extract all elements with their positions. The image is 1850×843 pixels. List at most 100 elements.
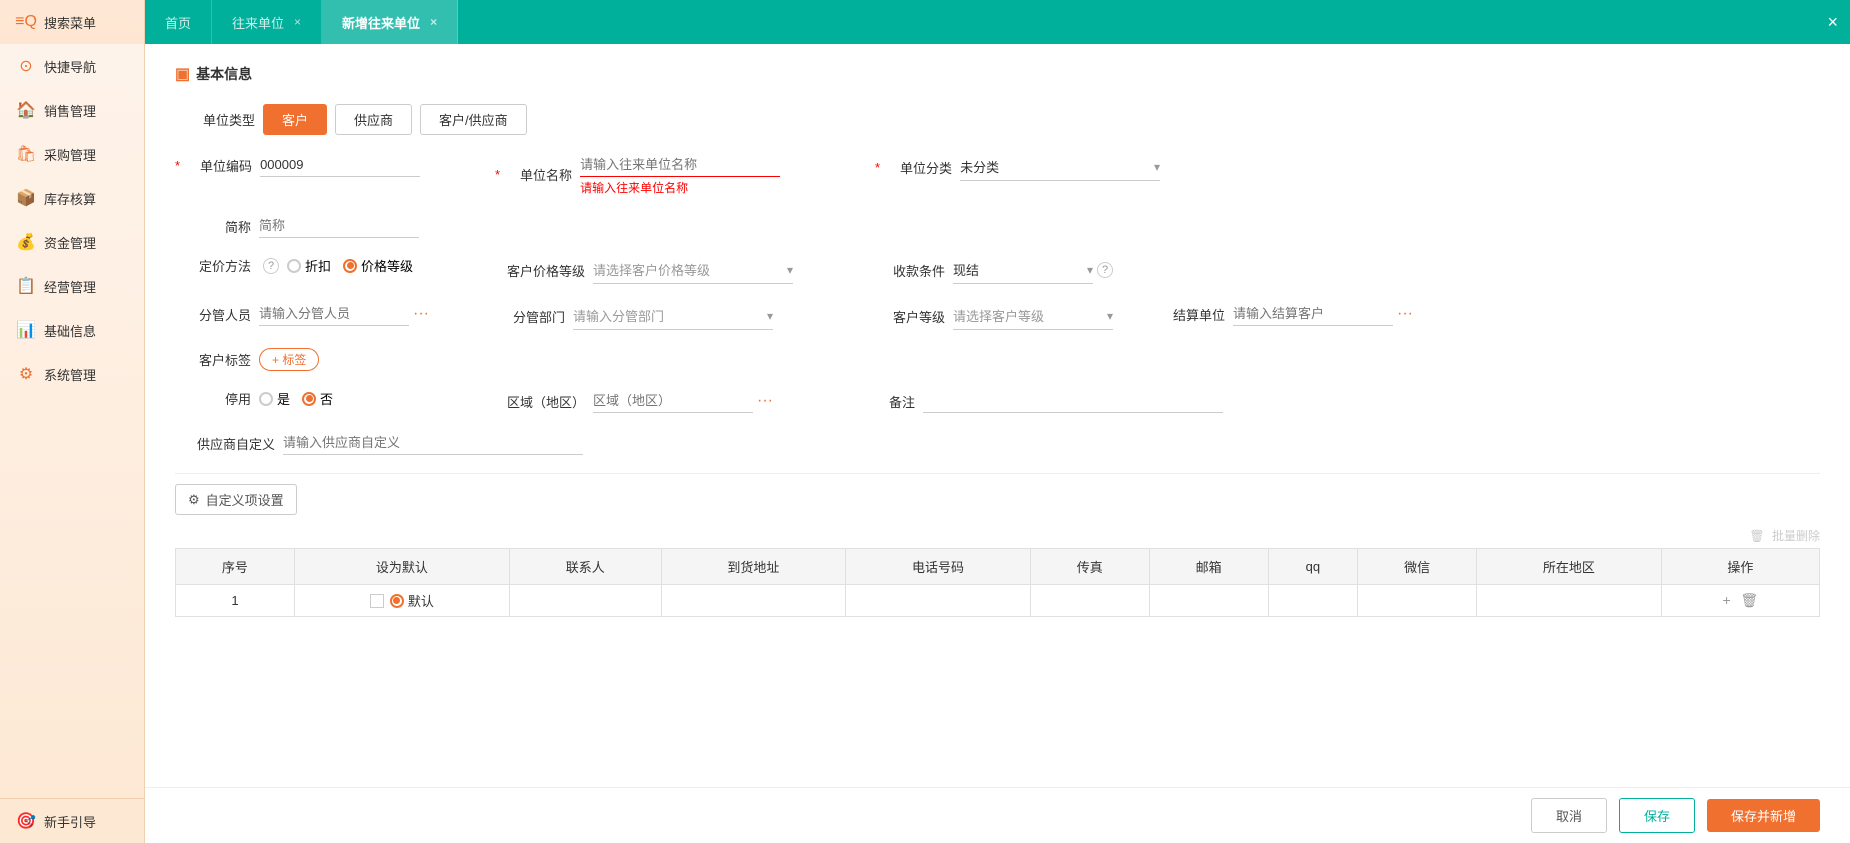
custom-settings-button[interactable]: ⚙ 自定义项设置 — [175, 484, 297, 515]
unit-btn-customer-supplier[interactable]: 客户/供应商 — [420, 104, 527, 135]
region-label: 区域（地区） — [495, 392, 585, 411]
department-select[interactable]: 请输入分管部门 ▾ — [573, 302, 773, 330]
sidebar-item-label: 资金管理 — [44, 233, 96, 252]
sidebar-item-label: 库存核算 — [44, 189, 96, 208]
save-new-button[interactable]: 保存并新增 — [1707, 799, 1820, 832]
unit-code-input[interactable] — [260, 153, 420, 177]
row-action: + 🗑 — [1661, 585, 1819, 617]
batch-delete-label[interactable]: 批量删除 — [1772, 529, 1820, 543]
manager-input[interactable] — [259, 302, 409, 326]
tab-partners[interactable]: 往来单位 × — [212, 0, 322, 44]
supplier-custom-group: 供应商自定义 — [175, 431, 1820, 455]
cancel-button[interactable]: 取消 — [1531, 798, 1607, 833]
add-tag-button[interactable]: + 标签 — [259, 348, 319, 371]
manager-more-btn[interactable]: ··· — [413, 305, 429, 323]
payment-terms-group: 收款条件 现结 ▾ ? — [875, 256, 1215, 284]
tab-home-label: 首页 — [165, 13, 191, 32]
unit-name-group: * 单位名称 请输入往来单位名称 — [495, 153, 875, 196]
sidebar-item-label: 销售管理 — [44, 101, 96, 120]
disable-radio-yes[interactable]: 是 — [259, 389, 290, 408]
unit-btn-customer[interactable]: 客户 — [263, 104, 327, 135]
sidebar-item-label: 搜索菜单 — [44, 13, 96, 32]
table-header-row: 序号 设为默认 联系人 到货地址 电话号码 传真 邮箱 qq 微信 所在地区 操… — [176, 549, 1820, 585]
tab-bar-close-button[interactable]: × — [1827, 12, 1838, 33]
finance-icon: 💰 — [16, 232, 36, 252]
sidebar-item-label: 系统管理 — [44, 365, 96, 384]
pricing-radio-level-circle — [343, 259, 357, 273]
operations-icon: 📋 — [16, 276, 36, 296]
disable-radio-yes-circle — [259, 392, 273, 406]
pricing-radio-level-label: 价格等级 — [361, 256, 413, 275]
tab-bar: 首页 往来单位 × 新增往来单位 × × — [145, 0, 1850, 44]
unit-btn-supplier[interactable]: 供应商 — [335, 104, 412, 135]
col-qq: qq — [1268, 549, 1358, 585]
sales-icon: 🏠 — [16, 100, 36, 120]
quick-nav-icon: ⊙ — [16, 56, 36, 76]
region-more-btn[interactable]: ··· — [757, 392, 773, 410]
sidebar-item-finance[interactable]: 💰 资金管理 — [0, 220, 144, 264]
sidebar-item-search-menu[interactable]: ≡Q 搜索菜单 — [0, 0, 144, 44]
disable-row: 停用 是 否 区域（地区） ··· — [175, 389, 1820, 413]
tab-home[interactable]: 首页 — [145, 0, 212, 44]
customer-level-select[interactable]: 请选择客户等级 ▾ — [953, 302, 1113, 330]
sidebar-item-quick-nav[interactable]: ⊙ 快捷导航 — [0, 44, 144, 88]
supplier-custom-row: 供应商自定义 — [175, 431, 1820, 455]
settlement-unit-more-btn[interactable]: ··· — [1397, 305, 1413, 323]
sidebar-item-operations[interactable]: 📋 经营管理 — [0, 264, 144, 308]
remarks-group: 备注 — [875, 389, 1820, 413]
tab-new-partner-close[interactable]: × — [430, 15, 437, 29]
col-email: 邮箱 — [1149, 549, 1268, 585]
payment-terms-value: 现结 — [953, 260, 1083, 279]
row-region — [1477, 585, 1662, 617]
customer-level-arrow: ▾ — [1107, 309, 1113, 323]
unit-code-label: 单位编码 — [182, 156, 252, 175]
sidebar-item-label: 经营管理 — [44, 277, 96, 296]
inventory-icon: 📦 — [16, 188, 36, 208]
row-delete-btn[interactable]: 🗑 — [1740, 592, 1758, 608]
sidebar-item-new-guide[interactable]: 🎯 新手引导 — [0, 799, 144, 843]
unit-category-label: 单位分类 — [882, 158, 952, 177]
disable-radio-no-circle — [302, 392, 316, 406]
col-address: 到货地址 — [661, 549, 846, 585]
pricing-help-icon[interactable]: ? — [263, 258, 279, 274]
sidebar: ≡Q 搜索菜单 ⊙ 快捷导航 🏠 销售管理 🛍 采购管理 📦 库存核算 💰 资金… — [0, 0, 145, 843]
row-checkbox[interactable] — [370, 594, 384, 608]
payment-terms-help-icon[interactable]: ? — [1097, 262, 1113, 278]
col-default: 设为默认 — [294, 549, 509, 585]
payment-terms-arrow: ▾ — [1087, 263, 1093, 277]
row-qq — [1268, 585, 1358, 617]
custom-settings-icon: ⚙ — [188, 492, 200, 508]
unit-code-group: * 单位编码 — [175, 153, 495, 177]
supplier-custom-label: 供应商自定义 — [175, 434, 275, 453]
remarks-input[interactable] — [923, 389, 1223, 413]
sidebar-item-sales-mgmt[interactable]: 🏠 销售管理 — [0, 88, 144, 132]
row-add-btn[interactable]: + — [1723, 592, 1731, 608]
purchase-icon: 🛍 — [16, 144, 36, 164]
pricing-radio-discount[interactable]: 折扣 — [287, 256, 331, 275]
unit-category-select[interactable]: 未分类 ▾ — [960, 153, 1160, 181]
settlement-unit-input[interactable] — [1233, 302, 1393, 326]
form-content: ▣ 基本信息 单位类型 客户 供应商 客户/供应商 * 单位编码 — [145, 44, 1850, 787]
unit-name-input[interactable] — [580, 153, 780, 177]
region-input[interactable] — [593, 389, 753, 413]
sidebar-item-purchase-mgmt[interactable]: 🛍 采购管理 — [0, 132, 144, 176]
sidebar-item-basic-info[interactable]: 📊 基础信息 — [0, 308, 144, 352]
abbreviation-row: 简称 — [175, 214, 1820, 238]
row-default-radio[interactable]: 默认 — [390, 591, 434, 610]
tab-new-partner[interactable]: 新增往来单位 × — [322, 0, 458, 44]
sidebar-item-system-mgmt[interactable]: ⚙ 系统管理 — [0, 352, 144, 396]
row-address — [661, 585, 846, 617]
supplier-custom-input[interactable] — [283, 431, 583, 455]
abbreviation-input[interactable] — [259, 214, 419, 238]
save-button[interactable]: 保存 — [1619, 798, 1695, 833]
row-wechat — [1358, 585, 1477, 617]
row-default-label: 默认 — [408, 591, 434, 610]
payment-terms-select[interactable]: 现结 ▾ — [953, 256, 1093, 284]
sidebar-item-inventory[interactable]: 📦 库存核算 — [0, 176, 144, 220]
customer-price-level-select[interactable]: 请选择客户价格等级 ▾ — [593, 256, 793, 284]
tab-partners-close[interactable]: × — [294, 15, 301, 29]
customer-tag-row: 客户标签 + 标签 — [175, 348, 1820, 371]
pricing-radio-level[interactable]: 价格等级 — [343, 256, 413, 275]
batch-delete-area: 🗑 批量删除 — [175, 527, 1820, 544]
disable-radio-no[interactable]: 否 — [302, 389, 333, 408]
